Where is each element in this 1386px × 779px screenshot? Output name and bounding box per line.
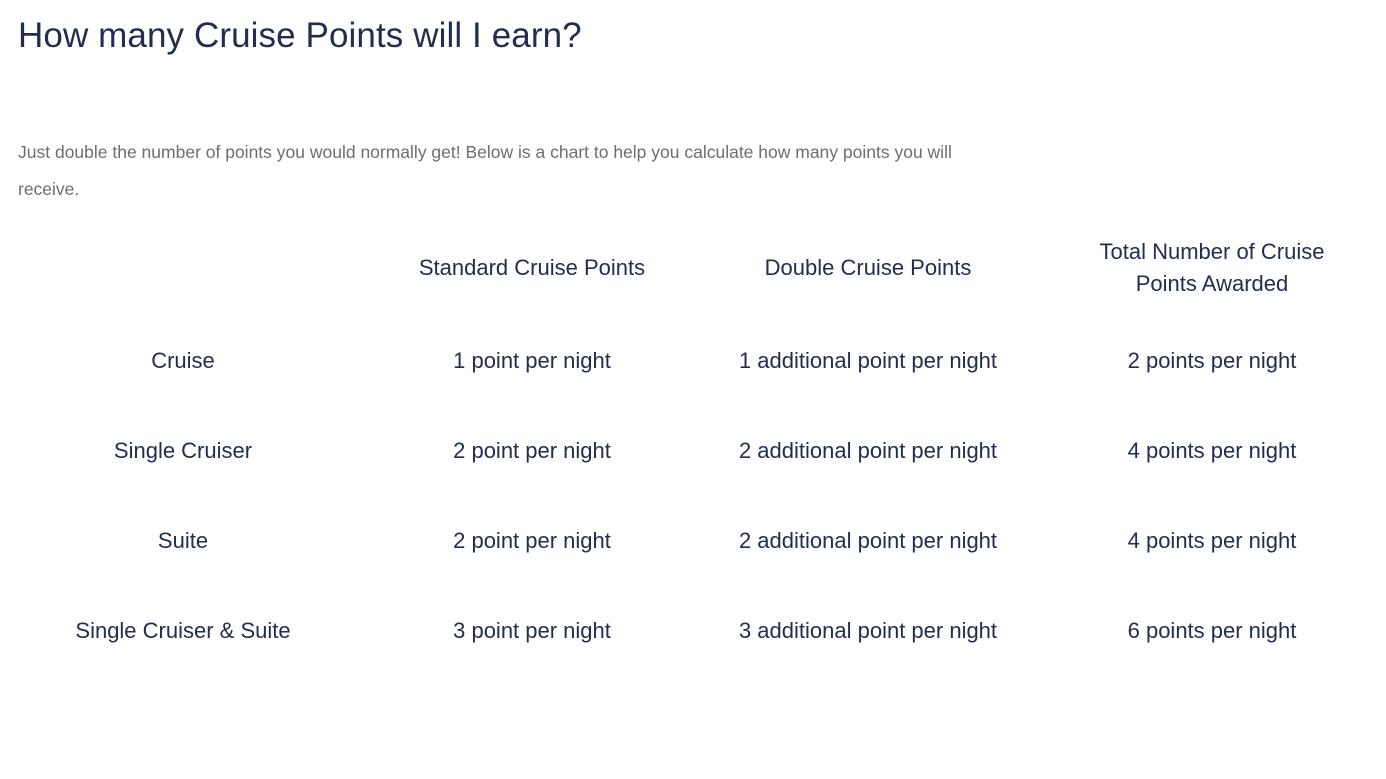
cell-double-suite: 2 additional point per night — [738, 528, 998, 553]
intro-line-2: receive. — [18, 179, 80, 199]
row-label-cruise: Cruise — [151, 348, 215, 373]
table-row: Single Cruiser & Suite 3 point per night… — [0, 586, 1386, 676]
table-header-row: Standard Cruise Points Double Cruise Poi… — [0, 222, 1386, 316]
cell-standard-single-cruiser: 2 point per night — [453, 438, 611, 463]
column-header-standard-cruise-points: Standard Cruise Points — [366, 222, 698, 316]
cell-standard-suite: 2 point per night — [453, 528, 611, 553]
intro-paragraph: Just double the number of points you wou… — [18, 134, 1365, 208]
cell-standard-cruise: 1 point per night — [453, 348, 611, 373]
cell-double-single-cruiser: 2 additional point per night — [738, 438, 998, 463]
table-row: Suite 2 point per night 2 additional poi… — [0, 496, 1386, 586]
cell-total-single-cruiser-and-suite: 6 points per night — [1127, 618, 1297, 643]
column-header-standard-label: Standard Cruise Points — [418, 255, 646, 280]
column-header-double-label: Double Cruise Points — [764, 255, 972, 280]
table-row: Single Cruiser 2 point per night 2 addit… — [0, 406, 1386, 496]
cruise-points-page: How many Cruise Points will I earn? Just… — [0, 0, 1386, 779]
table-header: Standard Cruise Points Double Cruise Poi… — [0, 222, 1386, 316]
table-body: Cruise 1 point per night 1 additional po… — [0, 316, 1386, 676]
table-row: Cruise 1 point per night 1 additional po… — [0, 316, 1386, 406]
row-label-suite: Suite — [157, 528, 209, 553]
column-header-total-label: Total Number of Cruise Points Awarded — [1099, 239, 1325, 296]
cruise-points-table: Standard Cruise Points Double Cruise Poi… — [0, 222, 1386, 676]
cell-total-single-cruiser: 4 points per night — [1127, 438, 1297, 463]
page-title: How many Cruise Points will I earn? — [18, 16, 582, 55]
cell-total-suite: 4 points per night — [1127, 528, 1297, 553]
cell-double-single-cruiser-and-suite: 3 additional point per night — [738, 618, 998, 643]
column-header-total-points-awarded: Total Number of Cruise Points Awarded — [1038, 222, 1386, 316]
cell-total-cruise: 2 points per night — [1127, 348, 1297, 373]
column-header-double-cruise-points: Double Cruise Points — [698, 222, 1038, 316]
row-label-single-cruiser-and-suite: Single Cruiser & Suite — [75, 618, 291, 643]
cell-double-cruise: 1 additional point per night — [738, 348, 998, 373]
cell-standard-single-cruiser-and-suite: 3 point per night — [453, 618, 611, 643]
row-label-single-cruiser: Single Cruiser — [113, 438, 253, 463]
intro-line-1: Just double the number of points you wou… — [18, 142, 952, 162]
column-header-blank — [0, 222, 366, 316]
